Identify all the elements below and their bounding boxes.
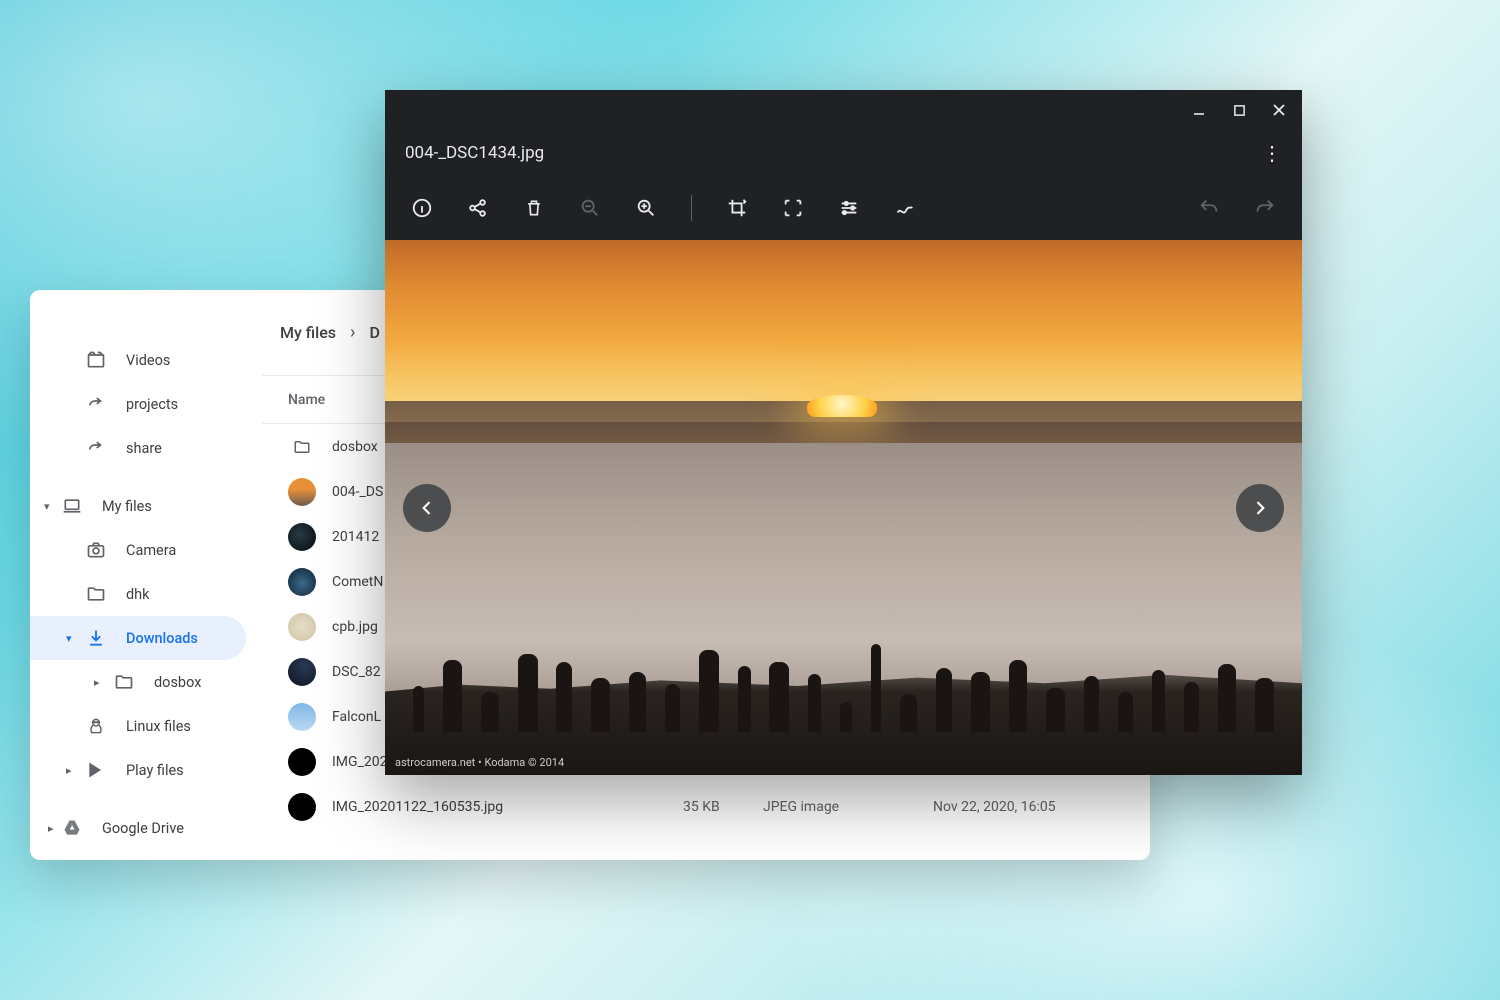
sidebar-item-downloads[interactable]: ▾ Downloads bbox=[30, 616, 246, 660]
info-button[interactable] bbox=[411, 197, 433, 219]
sidebar-label: Downloads bbox=[126, 630, 198, 647]
files-sidebar: ⋮⋮ Videos projects share ▾ My files bbox=[30, 290, 262, 860]
minimize-button[interactable] bbox=[1190, 101, 1208, 119]
annotate-button[interactable] bbox=[894, 197, 916, 219]
folder-icon bbox=[86, 584, 106, 604]
sidebar-item-videos[interactable]: Videos bbox=[30, 338, 262, 382]
sidebar-item-play-files[interactable]: ▸ Play files bbox=[30, 748, 262, 792]
chevron-down-icon[interactable]: ▾ bbox=[44, 500, 54, 513]
breadcrumb-root[interactable]: My files bbox=[280, 323, 336, 342]
previous-image-button[interactable] bbox=[403, 484, 451, 532]
crop-rotate-button[interactable] bbox=[726, 197, 748, 219]
videos-icon bbox=[86, 350, 106, 370]
folder-icon bbox=[288, 433, 316, 461]
maximize-button[interactable] bbox=[1230, 101, 1248, 119]
chevron-down-icon[interactable]: ▾ bbox=[66, 632, 76, 645]
google-drive-icon bbox=[62, 818, 82, 838]
file-thumbnail bbox=[288, 568, 316, 596]
next-image-button[interactable] bbox=[1236, 484, 1284, 532]
camera-icon bbox=[86, 540, 106, 560]
file-type: JPEG image bbox=[763, 799, 933, 815]
shortcut-icon bbox=[86, 438, 106, 458]
sidebar-label: dosbox bbox=[154, 674, 201, 691]
sidebar-label: share bbox=[126, 440, 162, 457]
viewer-header: 004-_DSC1434.jpg ⋮ bbox=[385, 130, 1302, 176]
sidebar-item-dosbox[interactable]: ▸ dosbox bbox=[30, 660, 262, 704]
file-size: 35 KB bbox=[683, 799, 763, 815]
file-thumbnail bbox=[288, 658, 316, 686]
more-options-button[interactable]: ⋮ bbox=[1262, 141, 1282, 165]
laptop-icon bbox=[62, 496, 82, 516]
play-store-icon bbox=[86, 760, 106, 780]
photo-content: astrocamera.net • Kodama © 2014 bbox=[385, 240, 1302, 775]
sidebar-item-dhk[interactable]: dhk bbox=[30, 572, 262, 616]
sidebar-item-projects[interactable]: projects bbox=[30, 382, 262, 426]
sidebar-label: projects bbox=[126, 396, 178, 413]
chevron-right-icon: › bbox=[350, 322, 355, 343]
window-controls bbox=[385, 90, 1302, 130]
sidebar-item-my-files[interactable]: ▾ My files bbox=[30, 484, 262, 528]
viewer-stage[interactable]: astrocamera.net • Kodama © 2014 bbox=[385, 240, 1302, 775]
delete-button[interactable] bbox=[523, 197, 545, 219]
zoom-out-button[interactable] bbox=[579, 197, 601, 219]
resize-button[interactable] bbox=[782, 197, 804, 219]
chevron-right-icon[interactable]: ▸ bbox=[94, 676, 104, 689]
download-icon bbox=[86, 628, 106, 648]
desktop-wallpaper: ⋮⋮ Videos projects share ▾ My files bbox=[0, 0, 1500, 1000]
linux-icon bbox=[86, 716, 106, 736]
file-thumbnail bbox=[288, 703, 316, 731]
sidebar-label: Camera bbox=[126, 542, 176, 559]
sidebar-label: My files bbox=[102, 498, 152, 515]
viewer-toolbar bbox=[385, 176, 1302, 240]
photo-watermark: astrocamera.net • Kodama © 2014 bbox=[395, 756, 564, 769]
toolbar-divider bbox=[691, 195, 692, 221]
breadcrumb-current[interactable]: D bbox=[369, 323, 379, 342]
file-name: IMG_20201122_160535.jpg bbox=[332, 799, 683, 815]
file-thumbnail bbox=[288, 613, 316, 641]
chevron-right-icon[interactable]: ▸ bbox=[48, 822, 58, 835]
chevron-right-icon[interactable]: ▸ bbox=[66, 764, 76, 777]
share-button[interactable] bbox=[467, 197, 489, 219]
file-row[interactable]: IMG_20201122_160535.jpg35 KBJPEG imageNo… bbox=[262, 784, 1150, 829]
sidebar-label: Play files bbox=[126, 762, 184, 779]
folder-icon bbox=[114, 672, 134, 692]
sidebar-item-share[interactable]: share bbox=[30, 426, 262, 470]
adjust-button[interactable] bbox=[838, 197, 860, 219]
file-modified: Nov 22, 2020, 16:05 bbox=[933, 799, 1056, 815]
sidebar-label: Google Drive bbox=[102, 820, 184, 837]
sidebar-label: Linux files bbox=[126, 718, 191, 735]
zoom-in-button[interactable] bbox=[635, 197, 657, 219]
file-thumbnail bbox=[288, 478, 316, 506]
image-viewer-window: 004-_DSC1434.jpg ⋮ bbox=[385, 90, 1302, 775]
file-thumbnail bbox=[288, 793, 316, 821]
sidebar-item-linux-files[interactable]: Linux files bbox=[30, 704, 262, 748]
sidebar-item-camera[interactable]: Camera bbox=[30, 528, 262, 572]
file-thumbnail bbox=[288, 748, 316, 776]
undo-button[interactable] bbox=[1198, 197, 1220, 219]
viewer-filename: 004-_DSC1434.jpg bbox=[405, 143, 544, 163]
file-thumbnail bbox=[288, 523, 316, 551]
shortcut-icon bbox=[86, 394, 106, 414]
redo-button[interactable] bbox=[1254, 197, 1276, 219]
close-button[interactable] bbox=[1270, 101, 1288, 119]
sidebar-label: dhk bbox=[126, 586, 150, 603]
sidebar-label: Videos bbox=[126, 352, 170, 369]
sidebar-item-google-drive[interactable]: ▸ Google Drive bbox=[30, 806, 262, 850]
